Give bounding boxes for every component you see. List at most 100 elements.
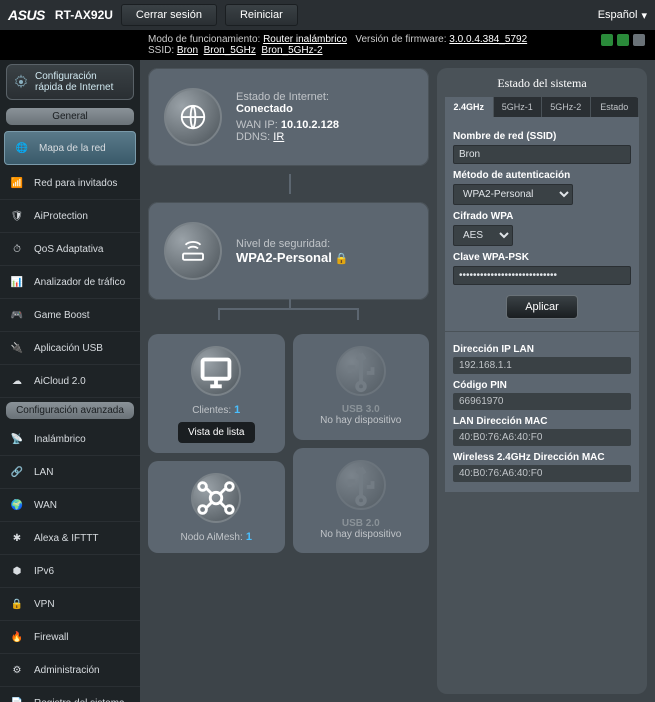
sidebar-item-lan[interactable]: 🔗LAN — [0, 456, 140, 489]
ssid-label: SSID: — [148, 45, 174, 56]
globe-icon — [164, 88, 222, 146]
mode-label: Modo de funcionamiento: — [148, 34, 260, 45]
sidebar-item-guest[interactable]: 📶 Red para invitados — [0, 167, 140, 200]
ipv6-icon: ⬢ — [8, 562, 26, 580]
sidebar-item-firewall[interactable]: 🔥Firewall — [0, 621, 140, 654]
status-icon-2 — [617, 34, 629, 46]
sidebar-item-label: Red para invitados — [34, 178, 117, 189]
sidebar-item-alexa[interactable]: ✱ Alexa & IFTTT — [0, 522, 140, 555]
usb2-card[interactable]: USB 2.0 No hay dispositivo — [293, 448, 430, 554]
pin-label: Código PIN — [453, 380, 631, 391]
listview-button[interactable]: Vista de lista — [178, 422, 255, 443]
enc-select[interactable]: AES — [453, 225, 513, 246]
key-input[interactable] — [453, 266, 631, 285]
sidebar-item-wireless[interactable]: 📡Inalámbrico — [0, 423, 140, 456]
key-field-label: Clave WPA-PSK — [453, 252, 631, 263]
sidebar-item-label: Registro del sistema — [34, 698, 125, 702]
globe-icon: 🌐 — [13, 139, 31, 157]
fire-icon: 🔥 — [8, 628, 26, 646]
mode-link[interactable]: Router inalámbrico — [263, 34, 347, 45]
info-bar: Modo de funcionamiento: Router inalámbri… — [0, 30, 655, 60]
ssid3-link[interactable]: Bron_5GHz-2 — [261, 45, 322, 56]
wanip-label: WAN IP: — [236, 119, 278, 131]
sidebar-item-admin[interactable]: ⚙Administración — [0, 654, 140, 687]
band-tabs: 2.4GHz 5GHz-1 5GHz-2 Estado — [445, 97, 639, 117]
ddns-link[interactable]: IR — [273, 131, 284, 143]
wanip-value: 10.10.2.128 — [281, 119, 339, 131]
wifi-icon: 📶 — [8, 174, 26, 192]
sidebar-item-aiprotection[interactable]: 🛡 AiProtection — [0, 200, 140, 233]
aimesh-label: Nodo AiMesh: — [181, 532, 243, 543]
security-card[interactable]: Nivel de seguridad: WPA2-Personal 🔒 — [148, 202, 429, 300]
globe-icon: 🌍 — [8, 496, 26, 514]
sidebar-item-traffic[interactable]: 📊Analizador de tráfico — [0, 266, 140, 299]
lan-icon: 🔗 — [8, 463, 26, 481]
chevron-down-icon: ▾ — [641, 9, 647, 22]
reboot-button[interactable]: Reiniciar — [225, 4, 298, 26]
auth-field-label: Método de autenticación — [453, 170, 631, 181]
usb2-label: USB 2.0 — [301, 518, 422, 529]
admin-icon: ⚙ — [8, 661, 26, 679]
gauge-icon: ⏱ — [8, 240, 26, 258]
tree-line — [289, 174, 430, 194]
usb3-label: USB 3.0 — [301, 404, 422, 415]
cloud-icon: ☁ — [8, 372, 26, 390]
sidebar-item-label: Mapa de la red — [39, 143, 106, 154]
tab-status[interactable]: Estado — [591, 97, 640, 117]
sidebar-item-label: WAN — [34, 500, 57, 511]
sidebar-item-usb[interactable]: 🔌Aplicación USB — [0, 332, 140, 365]
tree-split — [218, 308, 359, 326]
tab-5ghz2[interactable]: 5GHz-2 — [542, 97, 591, 117]
tab-5ghz1[interactable]: 5GHz-1 — [494, 97, 543, 117]
clients-count: 1 — [234, 404, 240, 416]
status-icon-1 — [601, 34, 613, 46]
ssid2-link[interactable]: Bron_5GHz — [204, 45, 256, 56]
language-selector[interactable]: Español ▾ — [598, 9, 647, 22]
clients-card[interactable]: Clientes: 1 Vista de lista — [148, 334, 285, 453]
sidebar-item-label: AiProtection — [34, 211, 88, 222]
mesh-icon — [191, 473, 241, 523]
sidebar-item-label: AiCloud 2.0 — [34, 376, 86, 387]
ssid-input[interactable] — [453, 145, 631, 164]
tab-24ghz[interactable]: 2.4GHz — [445, 97, 494, 117]
shield-icon: 🛡 — [8, 207, 26, 225]
sidebar-item-vpn[interactable]: 🔒VPN — [0, 588, 140, 621]
group-general: General — [6, 108, 134, 125]
lanip-value: 192.168.1.1 — [453, 357, 631, 374]
aimesh-card[interactable]: Nodo AiMesh: 1 — [148, 461, 285, 553]
logout-button[interactable]: Cerrar sesión — [121, 4, 217, 26]
wmac-label: Wireless 2.4GHz Dirección MAC — [453, 452, 631, 463]
aimesh-count: 1 — [246, 531, 252, 543]
quickstart-button[interactable]: Configuración rápida de Internet — [6, 64, 134, 100]
ssid1-link[interactable]: Bron — [177, 45, 198, 56]
quickstart-label: Configuración rápida de Internet — [35, 71, 127, 93]
sidebar-item-label: Game Boost — [34, 310, 90, 321]
gear-icon — [13, 73, 29, 91]
sidebar-item-syslog[interactable]: 📄Registro del sistema — [0, 687, 140, 702]
lanmac-label: LAN Dirección MAC — [453, 416, 631, 427]
monitor-icon — [191, 346, 241, 396]
auth-select[interactable]: WPA2-Personal — [453, 184, 573, 205]
apply-button[interactable]: Aplicar — [506, 295, 578, 319]
sidebar: Configuración rápida de Internet General… — [0, 60, 140, 702]
usb-icon — [336, 460, 386, 510]
usb-icon: 🔌 — [8, 339, 26, 357]
system-status-panel: Estado del sistema 2.4GHz 5GHz-1 5GHz-2 … — [437, 68, 647, 694]
sidebar-item-ipv6[interactable]: ⬢IPv6 — [0, 555, 140, 588]
sidebar-item-wan[interactable]: 🌍 WAN — [0, 489, 140, 522]
sidebar-item-gameboost[interactable]: 🎮Game Boost — [0, 299, 140, 332]
internet-status-card[interactable]: Estado de Internet: Conectado WAN IP: 10… — [148, 68, 429, 166]
wmac-value: 40:B0:76:A6:40:F0 — [453, 465, 631, 482]
sidebar-item-label: Alexa & IFTTT — [34, 533, 98, 544]
security-label: Nivel de seguridad: — [236, 238, 330, 250]
sidebar-item-networkmap[interactable]: 🌐 Mapa de la red — [4, 131, 136, 165]
sidebar-item-aicloud[interactable]: ☁ AiCloud 2.0 — [0, 365, 140, 398]
alexa-icon: ✱ — [8, 529, 26, 547]
brand-logo: ASUS — [8, 7, 45, 23]
language-label: Español — [598, 9, 638, 21]
usb3-card[interactable]: USB 3.0 No hay dispositivo — [293, 334, 430, 440]
fw-link[interactable]: 3.0.0.4.384_5792 — [449, 34, 527, 45]
sidebar-item-qos[interactable]: ⏱QoS Adaptativa — [0, 233, 140, 266]
enc-field-label: Cifrado WPA — [453, 211, 631, 222]
lanmac-value: 40:B0:76:A6:40:F0 — [453, 429, 631, 446]
